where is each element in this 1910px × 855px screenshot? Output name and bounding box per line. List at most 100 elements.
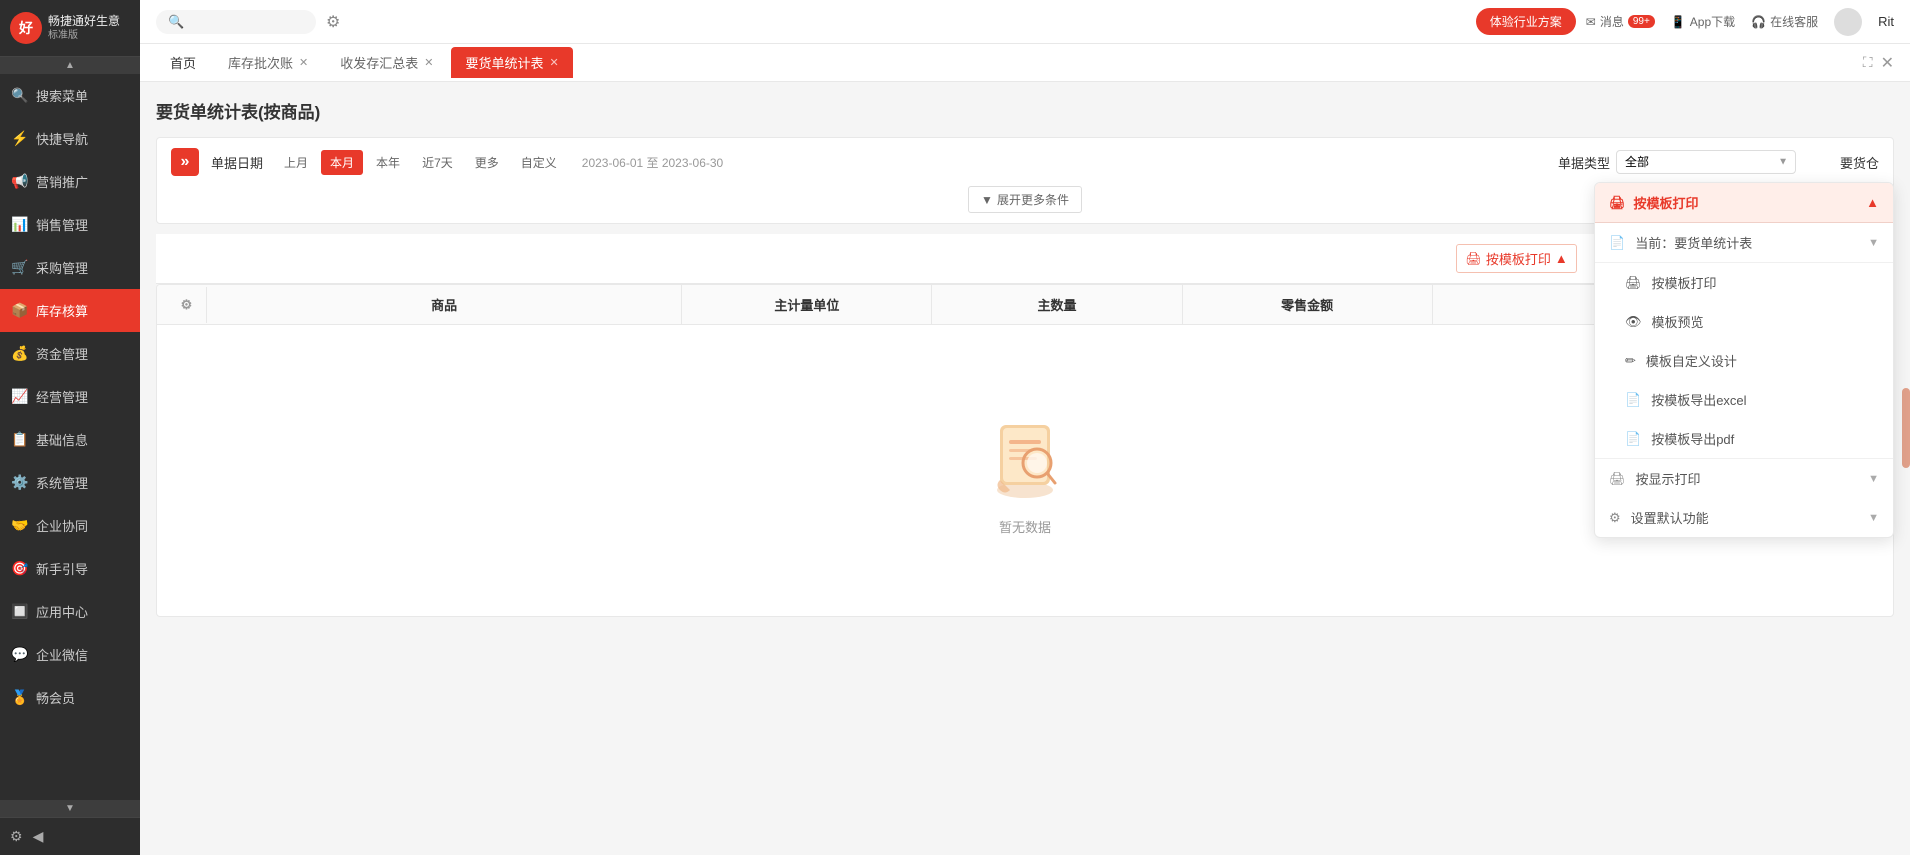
tab-order-label: 要货单统计表 xyxy=(465,53,543,72)
sidebar-item-purchase[interactable]: 🛒 采购管理 xyxy=(0,246,140,289)
sidebar-item-label: 采购管理 xyxy=(36,258,88,277)
sales-icon: 📊 xyxy=(10,216,30,233)
default-func-label: 设置默认功能 xyxy=(1631,508,1709,527)
default-func-icon: ⚙ xyxy=(1609,510,1621,526)
sidebar-logo: 好 畅捷通好生意 标准版 xyxy=(0,0,140,57)
filter-toggle-btn[interactable]: » xyxy=(171,148,199,176)
date-filter-label: 单据日期 xyxy=(211,153,263,172)
right-scrollbar[interactable] xyxy=(1902,388,1910,468)
wechat-icon: 💬 xyxy=(10,646,30,663)
app-version: 标准版 xyxy=(48,29,120,42)
tab-close-all-icon[interactable]: ✕ xyxy=(1881,53,1894,73)
sidebar-item-label: 销售管理 xyxy=(36,215,88,234)
topbar: 🔍 ⚙ 体验行业方案 ✉ 消息 99+ 📱 App下载 🎧 在线客服 Rit xyxy=(140,0,1910,44)
dropdown-item-template-preview[interactable]: 👁 模板预览 xyxy=(1595,302,1893,341)
dropdown-item-template-print[interactable]: 🖨 按模板打印 xyxy=(1595,263,1893,302)
user-avatar[interactable] xyxy=(1834,8,1862,36)
dropdown-display-print[interactable]: 🖨 按显示打印 ▼ xyxy=(1595,459,1893,498)
sidebar-item-member[interactable]: 🏅 畅会员 xyxy=(0,676,140,719)
operation-icon: 📈 xyxy=(10,388,30,405)
tab-summary-close[interactable]: ✕ xyxy=(424,56,433,69)
dropdown-close-icon[interactable]: ▲ xyxy=(1866,195,1879,210)
date-btn-7days[interactable]: 近7天 xyxy=(413,150,462,175)
topbar-search-input[interactable] xyxy=(190,15,290,29)
trial-btn[interactable]: 体验行业方案 xyxy=(1476,8,1576,35)
empty-icon xyxy=(975,405,1075,505)
tab-batch[interactable]: 库存批次账 ✕ xyxy=(214,47,322,78)
date-btn-cur-month[interactable]: 本月 xyxy=(321,150,363,175)
sidebar-item-finance[interactable]: 💰 资金管理 xyxy=(0,332,140,375)
topbar-right: ✉ 消息 99+ 📱 App下载 🎧 在线客服 Rit xyxy=(1586,8,1894,36)
topbar-gear-icon[interactable]: ⚙ xyxy=(326,12,340,32)
sidebar-item-app-center[interactable]: 🔲 应用中心 xyxy=(0,590,140,633)
sidebar-scroll-down[interactable]: ▼ xyxy=(0,800,140,817)
dropdown-item-export-excel[interactable]: 📄 按模板导出excel xyxy=(1595,380,1893,419)
tab-order[interactable]: 要货单统计表 ✕ xyxy=(451,47,572,78)
app-download-label: App下载 xyxy=(1690,13,1735,30)
current-template-label: 当前：要货单统计表 xyxy=(1635,233,1752,252)
sidebar-item-guide[interactable]: 🎯 新手引导 xyxy=(0,547,140,590)
message-icon: ✉ xyxy=(1586,15,1596,29)
sidebar-item-basic[interactable]: 📋 基础信息 xyxy=(0,418,140,461)
dropdown-item-template-design[interactable]: ✏ 模板自定义设计 xyxy=(1595,341,1893,380)
date-btn-more[interactable]: 更多 xyxy=(466,150,508,175)
print-chevron-icon: ▲ xyxy=(1555,251,1568,266)
sidebar-item-label: 资金管理 xyxy=(36,344,88,363)
sidebar-item-quick-nav[interactable]: ⚡ 快捷导航 xyxy=(0,117,140,160)
type-select-wrapper: 全部 要货单 xyxy=(1616,150,1796,174)
tab-batch-close[interactable]: ✕ xyxy=(299,56,308,69)
dropdown-current-item[interactable]: 📄 当前：要货单统计表 ▼ xyxy=(1595,223,1893,262)
filter-type-group: 单据类型 全部 要货单 xyxy=(1558,150,1796,174)
dropdown-default-func[interactable]: ⚙ 设置默认功能 ▼ xyxy=(1595,498,1893,537)
column-quantity: 主数量 xyxy=(932,285,1182,324)
inventory-icon: 📦 xyxy=(10,302,30,319)
tab-home[interactable]: 首页 xyxy=(156,47,210,78)
main-area: 🔍 ⚙ 体验行业方案 ✉ 消息 99+ 📱 App下载 🎧 在线客服 Rit xyxy=(140,0,1910,855)
sidebar-item-label: 企业协同 xyxy=(36,516,88,535)
default-func-arrow: ▼ xyxy=(1868,512,1879,524)
sidebar-item-sales[interactable]: 📊 销售管理 xyxy=(0,203,140,246)
type-filter-label: 单据类型 xyxy=(1558,153,1610,172)
display-print-label: 按显示打印 xyxy=(1636,469,1701,488)
settings-bottom-icon[interactable]: ⚙ xyxy=(10,828,23,845)
column-settings[interactable]: ⚙ xyxy=(167,287,207,323)
sidebar-item-operation[interactable]: 📈 经营管理 xyxy=(0,375,140,418)
sidebar-item-label: 库存核算 xyxy=(36,301,88,320)
sidebar-item-marketing[interactable]: 📢 营销推广 xyxy=(0,160,140,203)
printer-icon: 🖨 xyxy=(1609,195,1626,211)
marketing-icon: 📢 xyxy=(10,173,30,190)
print-btn[interactable]: 🖨 按模板打印 ▲ xyxy=(1456,244,1576,273)
type-select[interactable]: 全部 要货单 xyxy=(1616,150,1796,174)
app-logo-icon: 好 xyxy=(10,12,42,44)
print-icon: 🖨 xyxy=(1465,251,1482,267)
dropdown-header-left: 🖨 按模板打印 xyxy=(1609,193,1699,212)
sidebar-item-system[interactable]: ⚙️ 系统管理 xyxy=(0,461,140,504)
date-btn-custom[interactable]: 自定义 xyxy=(512,150,566,175)
page-title: 要货单统计表(按商品) xyxy=(156,98,1894,123)
expand-more-btn[interactable]: ▼ 展开更多条件 xyxy=(968,186,1082,213)
export-pdf-icon: 📄 xyxy=(1625,431,1641,447)
sidebar-item-label: 新手引导 xyxy=(36,559,88,578)
app-download-btn[interactable]: 📱 App下载 xyxy=(1671,13,1735,30)
sidebar-scroll-up[interactable]: ▲ xyxy=(0,57,140,74)
sidebar-item-label: 畅会员 xyxy=(36,688,75,707)
topbar-search-box[interactable]: 🔍 xyxy=(156,10,316,34)
print-label: 按模板打印 xyxy=(1486,249,1551,268)
sidebar-item-wechat[interactable]: 💬 企业微信 xyxy=(0,633,140,676)
tab-summary[interactable]: 收发存汇总表 ✕ xyxy=(326,47,447,78)
sidebar-item-inventory[interactable]: 📦 库存核算 xyxy=(0,289,140,332)
date-btn-prev-month[interactable]: 上月 xyxy=(275,150,317,175)
collapse-icon[interactable]: ◀ xyxy=(33,828,44,845)
tab-order-close[interactable]: ✕ xyxy=(550,56,559,69)
online-service-btn[interactable]: 🎧 在线客服 xyxy=(1751,13,1818,30)
sidebar-item-label: 快捷导航 xyxy=(36,129,88,148)
date-btn-cur-year[interactable]: 本年 xyxy=(367,150,409,175)
messages-btn[interactable]: ✉ 消息 99+ xyxy=(1586,13,1655,30)
sidebar-item-collab[interactable]: 🤝 企业协同 xyxy=(0,504,140,547)
sidebar-item-search[interactable]: 🔍 搜索菜单 xyxy=(0,74,140,117)
export-excel-label: 按模板导出excel xyxy=(1651,390,1746,409)
print-dropdown: 🖨 按模板打印 ▲ 📄 当前：要货单统计表 ▼ 🖨 按模板打印 👁 xyxy=(1594,182,1894,538)
cargo-filter-label: 要货仓 xyxy=(1840,153,1879,172)
dropdown-item-export-pdf[interactable]: 📄 按模板导出pdf xyxy=(1595,419,1893,458)
tab-maximize-icon[interactable]: ⛶ xyxy=(1863,54,1873,71)
